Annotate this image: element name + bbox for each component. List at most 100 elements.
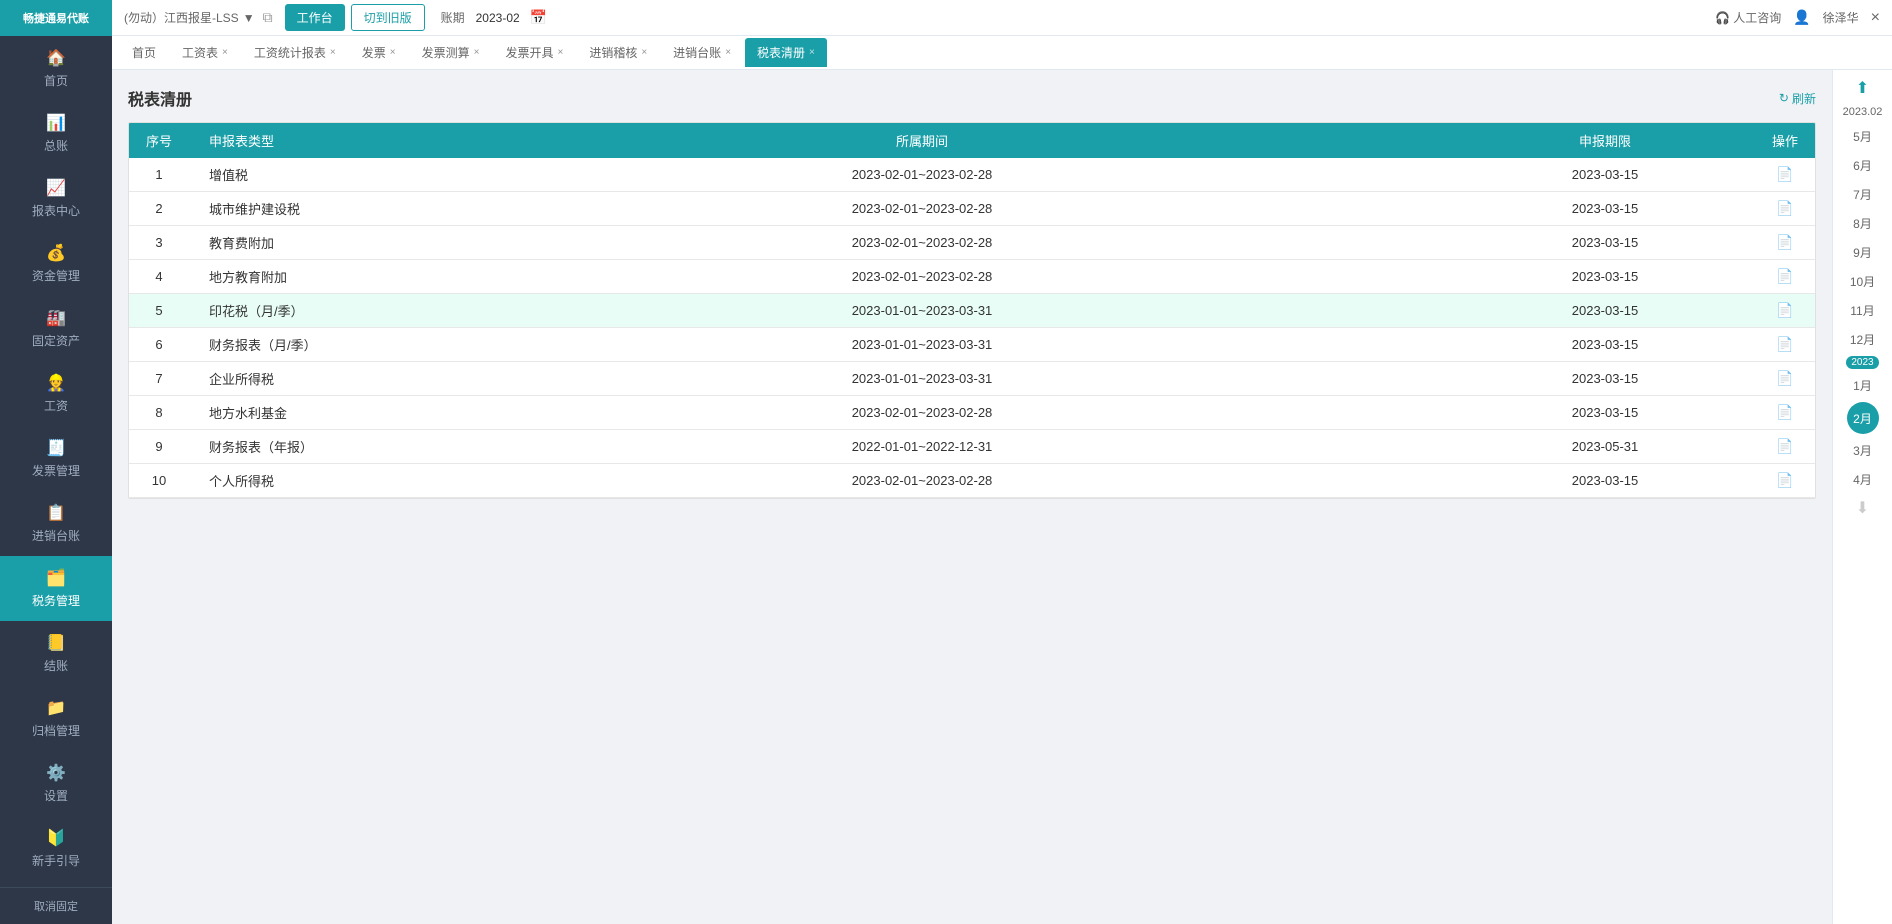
tab-close-icon[interactable]: × bbox=[809, 47, 815, 58]
action-icon[interactable]: 📄 bbox=[1776, 472, 1793, 488]
tab-税表清册[interactable]: 税表清册× bbox=[745, 38, 827, 67]
cell-action[interactable]: 📄 bbox=[1755, 464, 1815, 498]
tab-close-icon[interactable]: × bbox=[330, 47, 336, 58]
sidebar-item-label: 归档管理 bbox=[32, 722, 80, 739]
action-icon[interactable]: 📄 bbox=[1776, 404, 1793, 420]
calendar-icon[interactable]: 📅 bbox=[530, 9, 547, 26]
sidebar-item-结账[interactable]: 📒结账 bbox=[0, 621, 112, 686]
cal-month[interactable]: 2月 bbox=[1847, 402, 1879, 434]
cal-month[interactable]: 3月 bbox=[1833, 436, 1892, 465]
company-selector[interactable]: (勿动）江西报星-LSS ▼ bbox=[124, 9, 255, 26]
tab-进销台账[interactable]: 进销台账× bbox=[661, 38, 743, 67]
sidebar-item-label: 结账 bbox=[44, 657, 68, 674]
cell-action[interactable]: 📄 bbox=[1755, 328, 1815, 362]
cell-action[interactable]: 📄 bbox=[1755, 260, 1815, 294]
cell-type: 增值税 bbox=[189, 158, 389, 192]
action-icon[interactable]: 📄 bbox=[1776, 234, 1793, 250]
cal-month[interactable]: 1月 bbox=[1833, 371, 1892, 400]
tab-label: 发票测算 bbox=[422, 44, 470, 61]
sidebar-item-首页[interactable]: 🏠首页 bbox=[0, 36, 112, 101]
app-logo: 畅捷通易代账 bbox=[0, 0, 112, 36]
tab-close-icon[interactable]: × bbox=[390, 47, 396, 58]
calendar-down-icon[interactable]: ⬇ bbox=[1852, 494, 1873, 522]
sidebar-item-总账[interactable]: 📊总账 bbox=[0, 101, 112, 166]
cell-action[interactable]: 📄 bbox=[1755, 430, 1815, 464]
close-icon[interactable]: × bbox=[1871, 9, 1880, 27]
sidebar-item-税务管理[interactable]: 🗂️税务管理 bbox=[0, 556, 112, 621]
cal-month[interactable]: 11月 bbox=[1833, 296, 1892, 325]
sidebar-icon: 💰 bbox=[46, 243, 66, 263]
cal-month[interactable]: 10月 bbox=[1833, 267, 1892, 296]
tab-close-icon[interactable]: × bbox=[725, 47, 731, 58]
cell-type: 城市维护建设税 bbox=[189, 192, 389, 226]
cal-month[interactable]: 6月 bbox=[1833, 151, 1892, 180]
ai-consult[interactable]: 🎧 人工咨询 bbox=[1715, 9, 1781, 26]
tab-close-icon[interactable]: × bbox=[222, 47, 228, 58]
tab-首页[interactable]: 首页 bbox=[120, 38, 168, 67]
page-content: 税表清册 ↻ 刷新 序号 申报表类型 所属期间 申报期限 操作 bbox=[112, 70, 1832, 924]
sidebar-item-归档管理[interactable]: 📁归档管理 bbox=[0, 686, 112, 751]
cal-month[interactable]: 8月 bbox=[1833, 209, 1892, 238]
cell-deadline: 2023-03-15 bbox=[1455, 192, 1755, 226]
cell-action[interactable]: 📄 bbox=[1755, 294, 1815, 328]
refresh-button[interactable]: ↻ 刷新 bbox=[1779, 90, 1816, 107]
cell-period: 2023-02-01~2023-02-28 bbox=[389, 226, 1455, 260]
cell-action[interactable]: 📄 bbox=[1755, 226, 1815, 260]
sidebar-item-label: 发票管理 bbox=[32, 462, 80, 479]
tabbar: 首页工资表×工资统计报表×发票×发票测算×发票开具×进销稽核×进销台账×税表清册… bbox=[112, 36, 1892, 70]
cell-seq: 5 bbox=[129, 294, 189, 328]
cal-month[interactable]: 5月 bbox=[1833, 122, 1892, 151]
topbar: (勿动）江西报星-LSS ▼ ⧉ 工作台 切到旧版 账期 2023-02 📅 🎧… bbox=[112, 0, 1892, 36]
tab-close-icon[interactable]: × bbox=[557, 47, 563, 58]
sidebar-item-label: 资金管理 bbox=[32, 267, 80, 284]
sidebar-item-进销台账[interactable]: 📋进销台账 bbox=[0, 491, 112, 556]
tab-close-icon[interactable]: × bbox=[641, 47, 647, 58]
cal-month[interactable]: 12月 bbox=[1833, 325, 1892, 354]
workspace-button[interactable]: 工作台 bbox=[285, 4, 345, 31]
action-icon[interactable]: 📄 bbox=[1776, 336, 1793, 352]
cell-action[interactable]: 📄 bbox=[1755, 158, 1815, 192]
action-icon[interactable]: 📄 bbox=[1776, 268, 1793, 284]
table-row: 4 地方教育附加 2023-02-01~2023-02-28 2023-03-1… bbox=[129, 260, 1815, 294]
calendar-up-icon[interactable]: ⬆ bbox=[1852, 74, 1873, 102]
action-icon[interactable]: 📄 bbox=[1776, 200, 1793, 216]
action-icon[interactable]: 📄 bbox=[1776, 438, 1793, 454]
switch-old-button[interactable]: 切到旧版 bbox=[351, 4, 425, 31]
user-avatar: 👤 bbox=[1793, 9, 1810, 26]
sidebar-item-label: 首页 bbox=[44, 72, 68, 89]
sidebar-item-工资[interactable]: 👷工资 bbox=[0, 361, 112, 426]
sidebar-item-发票管理[interactable]: 🧾发票管理 bbox=[0, 426, 112, 491]
cal-month[interactable]: 9月 bbox=[1833, 238, 1892, 267]
cell-action[interactable]: 📄 bbox=[1755, 396, 1815, 430]
sidebar-icon: 🗂️ bbox=[46, 568, 66, 588]
sidebar-item-资金管理[interactable]: 💰 资金管理 bbox=[0, 231, 112, 296]
tab-发票开具[interactable]: 发票开具× bbox=[493, 38, 575, 67]
table-row: 10 个人所得税 2023-02-01~2023-02-28 2023-03-1… bbox=[129, 464, 1815, 498]
cell-period: 2023-02-01~2023-02-28 bbox=[389, 396, 1455, 430]
tab-发票测算[interactable]: 发票测算 × bbox=[410, 38, 492, 67]
sidebar-footer[interactable]: 取消固定 bbox=[0, 887, 112, 924]
cell-type: 财务报表（年报） bbox=[189, 430, 389, 464]
cell-action[interactable]: 📄 bbox=[1755, 362, 1815, 396]
sidebar-item-新手引导[interactable]: 🔰新手引导 bbox=[0, 816, 112, 881]
action-icon[interactable]: 📄 bbox=[1776, 302, 1793, 318]
action-icon[interactable]: 📄 bbox=[1776, 370, 1793, 386]
sidebar-item-设置[interactable]: ⚙️设置 bbox=[0, 751, 112, 816]
company-name: (勿动）江西报星-LSS bbox=[124, 9, 239, 26]
cell-seq: 4 bbox=[129, 260, 189, 294]
sidebar-item-固定资产[interactable]: 🏭固定资产 bbox=[0, 296, 112, 361]
tab-close-icon[interactable]: × bbox=[474, 47, 480, 58]
col-period: 所属期间 bbox=[389, 123, 1455, 158]
cal-month[interactable]: 7月 bbox=[1833, 180, 1892, 209]
copy-icon: ⧉ bbox=[263, 9, 273, 26]
cell-seq: 2 bbox=[129, 192, 189, 226]
action-icon[interactable]: 📄 bbox=[1776, 166, 1793, 182]
tab-进销稽核[interactable]: 进销稽核× bbox=[577, 38, 659, 67]
tab-工资统计报表[interactable]: 工资统计报表× bbox=[242, 38, 348, 67]
cal-month[interactable]: 4月 bbox=[1833, 465, 1892, 494]
sidebar-item-报表中心[interactable]: 📈报表中心 bbox=[0, 166, 112, 231]
tab-工资表[interactable]: 工资表 × bbox=[170, 38, 240, 67]
tab-发票[interactable]: 发票× bbox=[350, 38, 408, 67]
tab-label: 工资表 bbox=[182, 44, 218, 61]
cell-action[interactable]: 📄 bbox=[1755, 192, 1815, 226]
